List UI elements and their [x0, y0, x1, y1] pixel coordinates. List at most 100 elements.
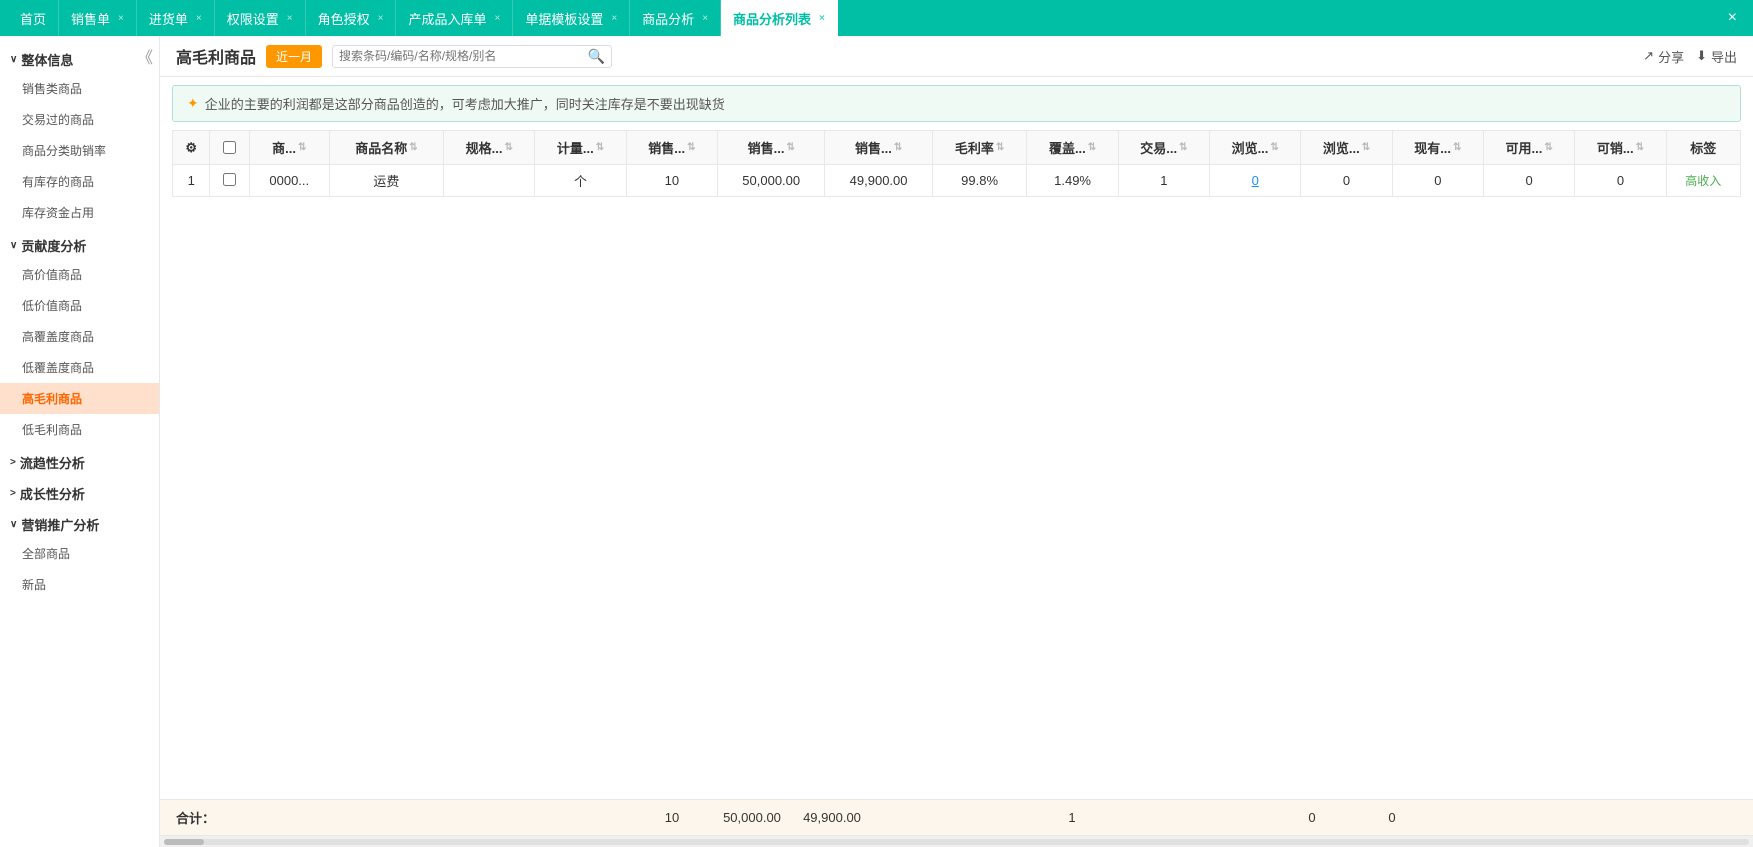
settings-icon[interactable]: ⚙ — [185, 140, 197, 156]
nav-tab-首页[interactable]: 首页 — [8, 0, 59, 36]
export-icon: ⬇ — [1696, 48, 1707, 64]
col-header-coverage[interactable]: 覆盖...⇅ — [1027, 131, 1118, 165]
sidebar-group-成长性分析[interactable]: >成长性分析 — [0, 476, 159, 507]
scrollbar-area[interactable] — [160, 835, 1753, 847]
sidebar-item-库存资金占用[interactable]: 库存资金占用 — [0, 197, 159, 228]
share-icon: ↗ — [1643, 48, 1654, 64]
col-header-available[interactable]: 可用...⇅ — [1483, 131, 1574, 165]
col-header-browseB[interactable]: 浏览...⇅ — [1301, 131, 1392, 165]
sidebar-item-全部商品[interactable]: 全部商品 — [0, 538, 159, 569]
sort-icon[interactable]: ⇅ — [687, 142, 695, 153]
close-all-button[interactable]: × — [1720, 9, 1745, 27]
cell-salesQty: 10 — [626, 165, 717, 197]
table-container: ⚙商...⇅商品名称⇅规格...⇅计量...⇅销售...⇅销售...⇅销售...… — [160, 130, 1753, 799]
sort-icon[interactable]: ⇅ — [894, 142, 902, 153]
sort-icon[interactable]: ⇅ — [1544, 142, 1552, 153]
nav-tab-权限设置[interactable]: 权限设置× — [215, 0, 306, 36]
sidebar-group-流趋性分析[interactable]: >流趋性分析 — [0, 445, 159, 476]
group-arrow-icon: ∨ — [10, 54, 17, 65]
cell-spec — [444, 165, 535, 197]
group-arrow-icon: > — [10, 488, 16, 499]
sort-icon[interactable]: ⇅ — [298, 142, 306, 153]
sort-icon[interactable]: ⇅ — [1270, 142, 1278, 153]
row-checkbox[interactable] — [223, 173, 236, 186]
col-header-salesQty[interactable]: 销售...⇅ — [626, 131, 717, 165]
filter-month-button[interactable]: 近一月 — [266, 45, 322, 68]
sidebar-item-销售类商品[interactable]: 销售类商品 — [0, 73, 159, 104]
data-table: ⚙商...⇅商品名称⇅规格...⇅计量...⇅销售...⇅销售...⇅销售...… — [172, 130, 1741, 197]
col-header-stock[interactable]: 现有...⇅ — [1392, 131, 1483, 165]
sort-icon[interactable]: ⇅ — [1453, 142, 1461, 153]
nav-tab-商品分析[interactable]: 商品分析× — [630, 0, 721, 36]
select-all-checkbox[interactable] — [223, 141, 236, 154]
sidebar-item-交易过的商品[interactable]: 交易过的商品 — [0, 104, 159, 135]
close-tab-icon[interactable]: × — [494, 13, 500, 24]
sidebar-item-有库存的商品[interactable]: 有库存的商品 — [0, 166, 159, 197]
col-header-code[interactable]: 商...⇅ — [249, 131, 329, 165]
browse-link[interactable]: 0 — [1252, 173, 1259, 188]
sidebar-collapse-button[interactable]: 《 — [137, 44, 153, 68]
close-tab-icon[interactable]: × — [378, 13, 384, 24]
nav-tab-商品分析列表[interactable]: 商品分析列表× — [721, 0, 838, 36]
col-header-spec[interactable]: 规格...⇅ — [444, 131, 535, 165]
col-header-name[interactable]: 商品名称⇅ — [329, 131, 443, 165]
group-arrow-icon: ∨ — [10, 519, 17, 530]
content-header: 高毛利商品 近一月 🔍 ↗ 分享 ⬇ 导出 — [160, 36, 1753, 77]
scrollbar-thumb[interactable] — [164, 839, 204, 845]
sidebar-item-低覆盖度商品[interactable]: 低覆盖度商品 — [0, 352, 159, 383]
close-tab-icon[interactable]: × — [819, 13, 825, 24]
nav-tab-角色授权[interactable]: 角色授权× — [306, 0, 397, 36]
sidebar-item-商品分类助销率[interactable]: 商品分类助销率 — [0, 135, 159, 166]
sidebar-item-低毛利商品[interactable]: 低毛利商品 — [0, 414, 159, 445]
nav-tab-单据模板设置[interactable]: 单据模板设置× — [513, 0, 630, 36]
col-header-grossRate[interactable]: 毛利率⇅ — [932, 131, 1027, 165]
sidebar-item-低价值商品[interactable]: 低价值商品 — [0, 290, 159, 321]
col-header-saleable[interactable]: 可销...⇅ — [1575, 131, 1666, 165]
col-header-txCount[interactable]: 交易...⇅ — [1118, 131, 1209, 165]
footer-cell-txCount: 1 — [1032, 810, 1112, 825]
sidebar-group-整体信息[interactable]: ∨ 整体信息 — [0, 42, 159, 73]
nav-tab-产成品入库单[interactable]: 产成品入库单× — [396, 0, 513, 36]
share-button[interactable]: ↗ 分享 — [1643, 47, 1684, 66]
sort-icon[interactable]: ⇅ — [1088, 142, 1096, 153]
nav-tab-销售单[interactable]: 销售单× — [59, 0, 137, 36]
close-tab-icon[interactable]: × — [287, 13, 293, 24]
sidebar-item-新品[interactable]: 新品 — [0, 569, 159, 600]
sort-icon[interactable]: ⇅ — [786, 142, 794, 153]
col-header-unit[interactable]: 计量...⇅ — [535, 131, 626, 165]
search-input[interactable] — [339, 49, 584, 63]
footer-cell-empty7 — [952, 810, 1032, 825]
sidebar-item-高覆盖度商品[interactable]: 高覆盖度商品 — [0, 321, 159, 352]
search-box: 🔍 — [332, 45, 612, 68]
sort-icon[interactable]: ⇅ — [1179, 142, 1187, 153]
sort-icon[interactable]: ⇅ — [996, 142, 1004, 153]
col-header-salesCost[interactable]: 销售...⇅ — [825, 131, 932, 165]
sort-icon[interactable]: ⇅ — [1636, 142, 1644, 153]
close-tab-icon[interactable]: × — [196, 13, 202, 24]
sort-icon[interactable]: ⇅ — [1362, 142, 1370, 153]
footer-cell-empty5 — [552, 810, 632, 825]
nav-tab-进货单[interactable]: 进货单× — [137, 0, 215, 36]
sidebar-item-高价值商品[interactable]: 高价值商品 — [0, 259, 159, 290]
cell-tag: 高收入 — [1666, 165, 1740, 197]
export-label: 导出 — [1711, 47, 1737, 66]
sort-icon[interactable]: ⇅ — [504, 142, 512, 153]
sidebar-group-营销推广分析[interactable]: ∨营销推广分析 — [0, 507, 159, 538]
close-tab-icon[interactable]: × — [611, 13, 617, 24]
scrollbar-track[interactable] — [164, 839, 1749, 845]
content-area: 高毛利商品 近一月 🔍 ↗ 分享 ⬇ 导出 ✦ 企业的主要的利润都是这部分商品创… — [160, 36, 1753, 847]
col-header-browseA[interactable]: 浏览...⇅ — [1210, 131, 1301, 165]
close-tab-icon[interactable]: × — [702, 13, 708, 24]
sort-icon[interactable]: ⇅ — [409, 142, 417, 153]
sidebar-item-高毛利商品[interactable]: 高毛利商品 — [0, 383, 159, 414]
export-button[interactable]: ⬇ 导出 — [1696, 47, 1737, 66]
close-tab-icon[interactable]: × — [118, 13, 124, 24]
footer-bar: 合计： 1050,000.0049,900.00100 — [160, 799, 1753, 835]
group-label: 整体信息 — [21, 50, 73, 69]
footer-cell-empty3 — [392, 810, 472, 825]
col-header-salesAmt[interactable]: 销售...⇅ — [718, 131, 825, 165]
sort-icon[interactable]: ⇅ — [596, 142, 604, 153]
group-arrow-icon: > — [10, 457, 16, 468]
search-icon[interactable]: 🔍 — [588, 48, 605, 65]
sidebar-group-贡献度分析[interactable]: ∨贡献度分析 — [0, 228, 159, 259]
